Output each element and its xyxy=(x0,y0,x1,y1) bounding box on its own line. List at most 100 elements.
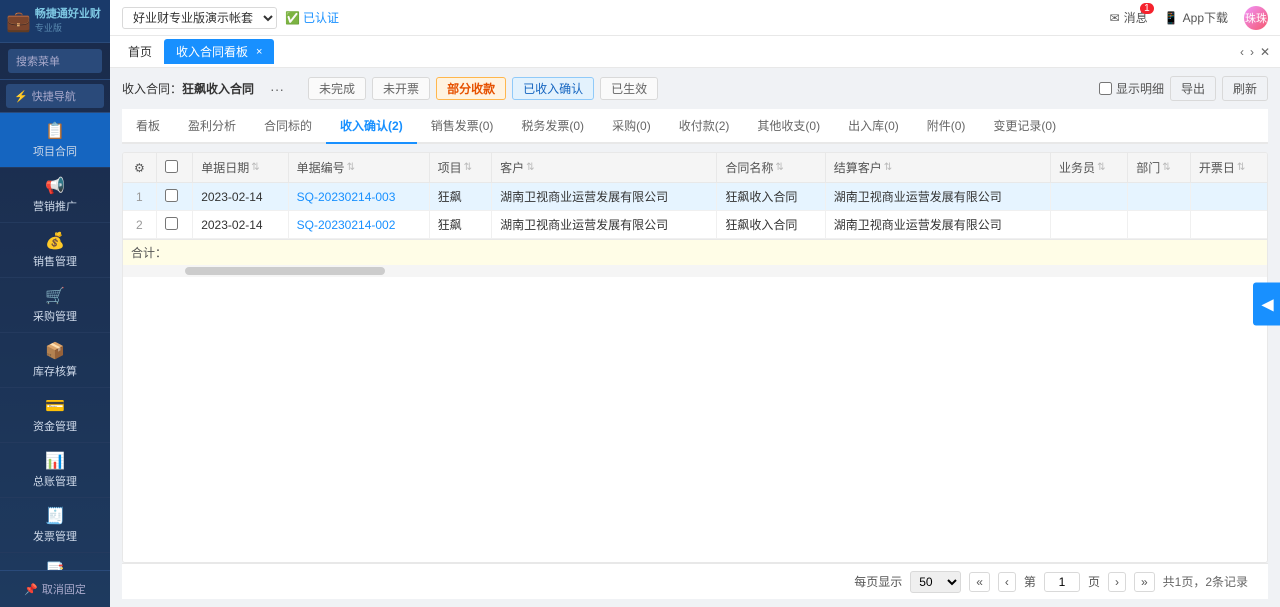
status-tag-revenue-confirmed[interactable]: 已收入确认 xyxy=(512,77,594,100)
navtabs: 首页 收入合同看板 × ‹ › ✕ xyxy=(110,36,1280,68)
pagination: 每页显示 50 20 100 « ‹ 第 页 › » 共1页，2条记录 xyxy=(122,563,1268,599)
sort-number-icon: ⇅ xyxy=(347,162,355,173)
sidebar-item-tax[interactable]: 📑 税务管理 xyxy=(0,553,110,570)
tab-contract-board[interactable]: 收入合同看板 × xyxy=(164,39,274,64)
sidebar-item-invoice[interactable]: 🧾 发票管理 xyxy=(0,498,110,553)
subtab-tax-invoice[interactable]: 税务发票(0) xyxy=(507,109,598,144)
sidebar-item-fund[interactable]: 💳 资金管理 xyxy=(0,388,110,443)
tax-icon: 📑 xyxy=(45,561,65,570)
tab-close-icon[interactable]: × xyxy=(256,46,262,58)
row-checkbox-1[interactable] xyxy=(156,183,193,211)
th-department[interactable]: 部门⇅ xyxy=(1128,153,1191,183)
subtab-attachments[interactable]: 附件(0) xyxy=(913,109,980,144)
th-date[interactable]: 单据日期⇅ xyxy=(193,153,288,183)
row-customer-1: 湖南卫视商业运营发展有限公司 xyxy=(492,183,717,211)
pin-icon: 📌 xyxy=(24,583,38,596)
subtab-sales-invoice[interactable]: 销售发票(0) xyxy=(417,109,508,144)
app-download-button[interactable]: 📱 App下载 xyxy=(1164,9,1228,26)
th-number[interactable]: 单据编号⇅ xyxy=(288,153,429,183)
th-checkbox xyxy=(156,153,193,183)
row-project-1: 狂飙 xyxy=(429,183,492,211)
quick-nav-button[interactable]: ⚡ 快捷导航 xyxy=(6,84,104,108)
sort-department-icon: ⇅ xyxy=(1162,162,1170,173)
row-checkbox-2[interactable] xyxy=(156,211,193,239)
nav-next-icon[interactable]: › xyxy=(1250,45,1254,59)
avatar: 珠珠 xyxy=(1244,6,1268,30)
subtab-revenue-confirm[interactable]: 收入确认(2) xyxy=(326,109,417,144)
row-number-link-1[interactable]: SQ-20230214-003 xyxy=(297,190,396,204)
row-num-2: 2 xyxy=(123,211,156,239)
company-select[interactable]: 好业财专业版演示帐套 xyxy=(122,7,277,29)
sidebar-item-general-ledger[interactable]: 📊 总账管理 xyxy=(0,443,110,498)
subtab-other-income[interactable]: 其他收支(0) xyxy=(743,109,834,144)
sidebar: 💼 畅捷通好业财 专业版 搜索菜单 ⚡ 快捷导航 📋 项目合同 📢 营销推广 💰… xyxy=(0,0,110,607)
status-tag-incomplete[interactable]: 未完成 xyxy=(308,77,366,100)
more-button[interactable]: ··· xyxy=(264,79,290,99)
prev-page-button[interactable]: ‹ xyxy=(998,572,1016,592)
verified-badge: ✅ 已认证 xyxy=(285,9,339,26)
last-page-button[interactable]: » xyxy=(1134,572,1155,592)
next-page-button[interactable]: › xyxy=(1108,572,1126,592)
sidebar-item-label: 项目合同 xyxy=(33,143,77,159)
scrollbar-thumb[interactable] xyxy=(185,267,385,275)
subtab-profit[interactable]: 盈利分析 xyxy=(174,109,250,144)
subtab-dashboard[interactable]: 看板 xyxy=(122,109,174,144)
message-button[interactable]: ✉ 1 消息 xyxy=(1110,9,1148,26)
subtab-change-log[interactable]: 变更记录(0) xyxy=(979,109,1070,144)
tab-home[interactable]: 首页 xyxy=(120,39,160,64)
user-avatar-button[interactable]: 珠珠 xyxy=(1244,6,1268,30)
right-panel-toggle[interactable]: ◀ xyxy=(1253,282,1280,325)
status-tag-effective[interactable]: 已生效 xyxy=(600,77,658,100)
sidebar-item-purchase[interactable]: 🛒 采购管理 xyxy=(0,278,110,333)
row-settlement-1: 湖南卫视商业运营发展有限公司 xyxy=(825,183,1050,211)
subtab-warehouse[interactable]: 出入库(0) xyxy=(834,109,913,144)
row-date-2: 2023-02-14 xyxy=(193,211,288,239)
unpin-button[interactable]: 📌 取消固定 xyxy=(6,577,104,601)
subtab-payment[interactable]: 收付款(2) xyxy=(665,109,744,144)
page-number-input[interactable] xyxy=(1044,572,1080,592)
data-table-wrap: ⚙ 单据日期⇅ 单据编号⇅ 项目⇅ 客户⇅ 合同名称⇅ 结算客户⇅ 业务员⇅ 部… xyxy=(122,152,1268,563)
search-menu-button[interactable]: 搜索菜单 xyxy=(8,49,102,73)
th-customer[interactable]: 客户⇅ xyxy=(492,153,717,183)
show-detail-checkbox[interactable] xyxy=(1099,82,1112,95)
nav-prev-icon[interactable]: ‹ xyxy=(1240,45,1244,59)
sidebar-item-project-contract[interactable]: 📋 项目合同 xyxy=(0,113,110,168)
sidebar-item-label: 营销推广 xyxy=(33,198,77,214)
status-tag-partial-payment[interactable]: 部分收款 xyxy=(436,77,506,100)
th-salesperson[interactable]: 业务员⇅ xyxy=(1051,153,1128,183)
row-num-1: 1 xyxy=(123,183,156,211)
th-project[interactable]: 项目⇅ xyxy=(429,153,492,183)
row-number-1: SQ-20230214-003 xyxy=(288,183,429,211)
marketing-icon: 📢 xyxy=(45,176,65,196)
sidebar-item-label: 发票管理 xyxy=(33,528,77,544)
th-settings[interactable]: ⚙ xyxy=(123,153,156,183)
table-row[interactable]: 2 2023-02-14 SQ-20230214-002 狂飙 湖南卫视商业运营… xyxy=(123,211,1267,239)
subtab-contract-subject[interactable]: 合同标的 xyxy=(250,109,326,144)
table-row[interactable]: 1 2023-02-14 SQ-20230214-003 狂飙 湖南卫视商业运营… xyxy=(123,183,1267,211)
download-icon: 📱 xyxy=(1164,11,1179,25)
logo-main-text: 畅捷通好业财 xyxy=(35,8,101,21)
sidebar-item-label: 库存核算 xyxy=(33,363,77,379)
sidebar-item-sales[interactable]: 💰 销售管理 xyxy=(0,223,110,278)
status-tag-uninvoiced[interactable]: 未开票 xyxy=(372,77,430,100)
content-area: 收入合同：狂飙收入合同 ··· 未完成 未开票 部分收款 已收入确认 已生效 显… xyxy=(110,68,1280,607)
sidebar-item-label: 销售管理 xyxy=(33,253,77,269)
nav-close-icon[interactable]: ✕ xyxy=(1260,45,1270,59)
sidebar-item-marketing[interactable]: 📢 营销推广 xyxy=(0,168,110,223)
sort-customer-icon: ⇅ xyxy=(526,162,534,173)
select-all-checkbox[interactable] xyxy=(165,160,178,173)
subtab-purchase[interactable]: 采购(0) xyxy=(598,109,665,144)
row-number-link-2[interactable]: SQ-20230214-002 xyxy=(297,218,396,232)
th-open-date[interactable]: 开票日⇅ xyxy=(1190,153,1267,183)
per-page-select[interactable]: 50 20 100 xyxy=(910,571,961,593)
per-page-label: 每页显示 xyxy=(854,573,902,590)
show-detail-checkbox-label[interactable]: 显示明细 xyxy=(1099,80,1164,97)
logo-icon: 💼 xyxy=(6,9,31,34)
refresh-button[interactable]: 刷新 xyxy=(1222,76,1268,101)
export-button[interactable]: 导出 xyxy=(1170,76,1216,101)
first-page-button[interactable]: « xyxy=(969,572,990,592)
th-settlement-customer[interactable]: 结算客户⇅ xyxy=(825,153,1050,183)
th-contract[interactable]: 合同名称⇅ xyxy=(717,153,825,183)
sidebar-item-inventory[interactable]: 📦 库存核算 xyxy=(0,333,110,388)
horizontal-scrollbar[interactable] xyxy=(123,265,1267,277)
